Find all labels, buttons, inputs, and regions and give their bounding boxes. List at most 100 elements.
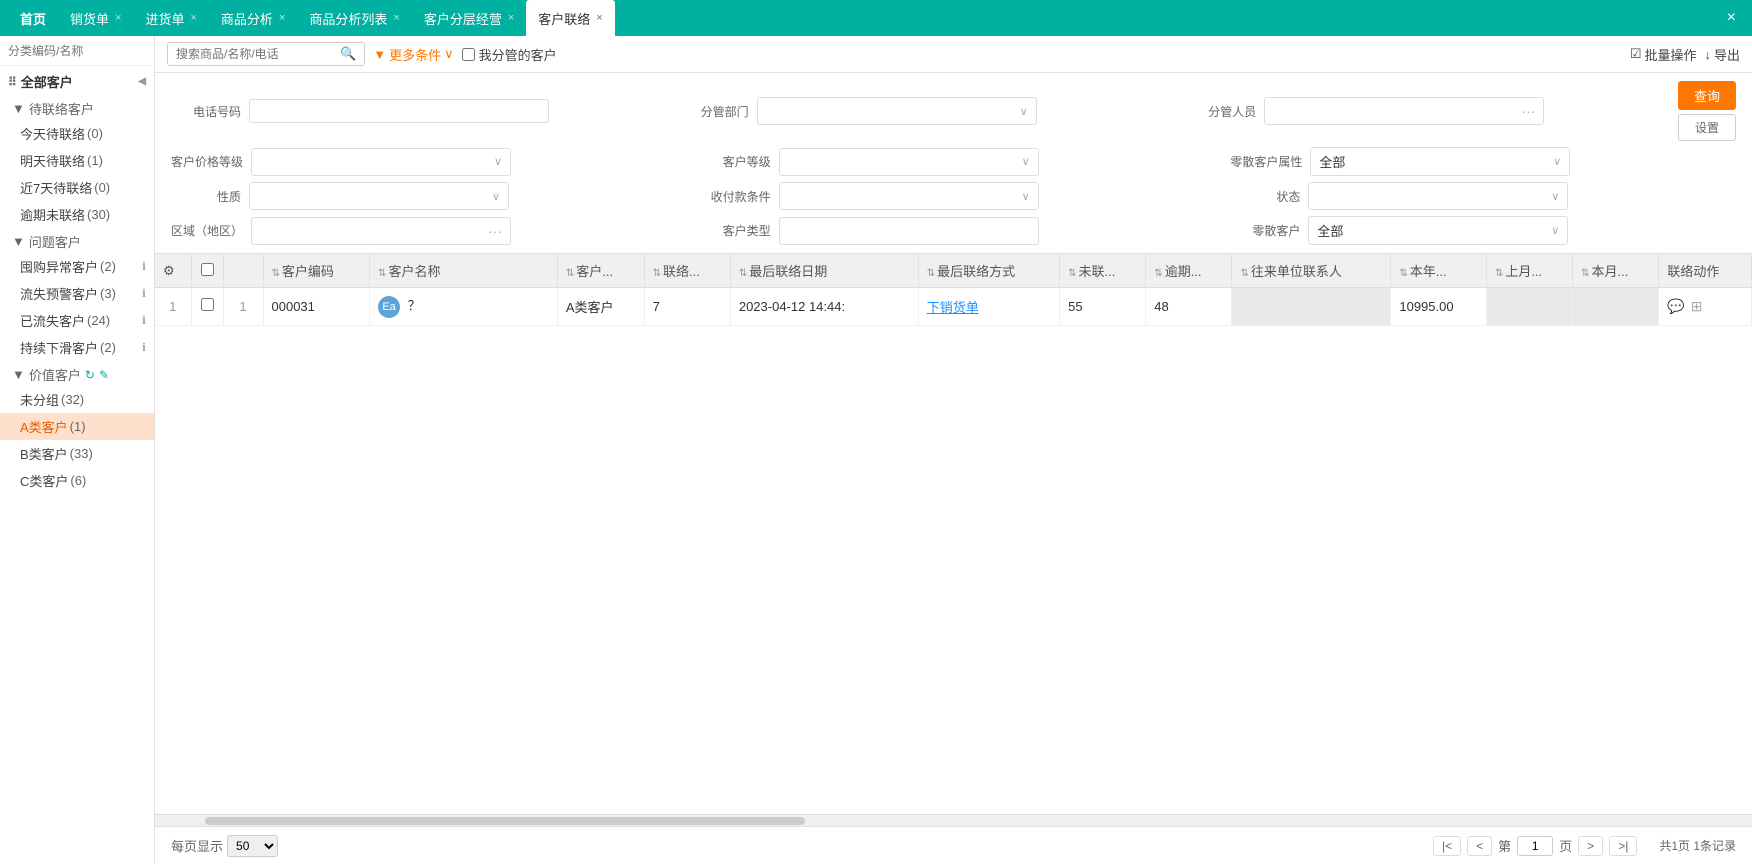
export-button[interactable]: ↓ 导出 — [1704, 45, 1740, 64]
sidebar-item-tomorrow-contact[interactable]: 明天待联络 (1) — [0, 147, 154, 174]
nav-product-analysis-list[interactable]: 商品分析列表 × — [297, 0, 411, 36]
checkbox-column-header[interactable] — [191, 254, 223, 288]
sidebar-item-churned[interactable]: 已流失客户 (24) ℹ — [0, 307, 154, 334]
more-conditions-button[interactable]: ▼ 更多条件 ∨ — [373, 45, 453, 64]
grid-action-icon[interactable]: ⊞ — [1691, 298, 1703, 315]
sidebar-item-a-class[interactable]: A类客户 (1) — [0, 413, 154, 440]
last-page-button[interactable]: >| — [1609, 836, 1637, 856]
unit-contact-column-header[interactable]: ⇅往来单位联系人 — [1232, 254, 1391, 288]
dropdown-arrow-icon: ∨ — [1022, 190, 1030, 203]
sidebar-all-customers-header[interactable]: ⠿ 全部客户 ◀ — [0, 66, 154, 95]
retail-attr-select[interactable]: 全部 ∨ — [1310, 147, 1570, 176]
name-column-header[interactable]: ⇅客户名称 — [370, 254, 558, 288]
info-icon[interactable]: ℹ — [142, 341, 146, 354]
settings-column-header[interactable]: ⚙ — [155, 254, 191, 288]
this-month-column-header[interactable]: ⇅本月... — [1573, 254, 1659, 288]
select-all-checkbox[interactable] — [201, 263, 214, 276]
sidebar-group-value-customers[interactable]: ▼ 价值客户 ↻ ✎ — [0, 361, 154, 386]
edit-value-groups-icon[interactable]: ✎ — [99, 368, 109, 382]
my-customers-checkbox-wrap: 我分管的客户 — [462, 45, 557, 64]
next-page-button[interactable]: > — [1578, 836, 1603, 856]
horizontal-scrollbar[interactable] — [155, 814, 1752, 826]
settings-button[interactable]: 设置 — [1678, 114, 1736, 141]
nav-customer-tier[interactable]: 客户分层经营 × — [412, 0, 526, 36]
filter-pay-condition: 收付款条件 ∨ — [701, 182, 1207, 210]
chat-icon[interactable]: 💬 — [1667, 298, 1684, 315]
row-this-year: 10995.00 — [1391, 288, 1487, 326]
page-number-input[interactable] — [1517, 836, 1553, 856]
close-customer-contact-tab[interactable]: × — [596, 12, 602, 24]
prev-page-button[interactable]: < — [1467, 836, 1492, 856]
overdue-column-header[interactable]: ⇅逾期... — [1146, 254, 1232, 288]
contact-count-column-header[interactable]: ⇅联络... — [644, 254, 730, 288]
customer-level-label: 客户等级 — [701, 153, 771, 170]
nav-sales[interactable]: 销货单 × — [58, 0, 133, 36]
info-icon[interactable]: ℹ — [142, 260, 146, 273]
scrollbar-thumb[interactable] — [205, 817, 805, 825]
query-button[interactable]: 查询 — [1678, 81, 1736, 110]
retail-customer-label: 零散客户 — [1230, 222, 1300, 239]
nature-select[interactable]: ∨ — [249, 182, 509, 210]
customer-type-select[interactable] — [779, 217, 1039, 245]
status-label: 状态 — [1230, 188, 1300, 205]
sidebar-item-churn-warning[interactable]: 流失预警客户 (3) ℹ — [0, 280, 154, 307]
search-input[interactable] — [176, 47, 336, 61]
last-contact-method-column-header[interactable]: ⇅最后联络方式 — [918, 254, 1059, 288]
sidebar-item-hoarding[interactable]: 囤购异常客户 (2) ℹ — [0, 253, 154, 280]
dept-select[interactable]: ∨ — [757, 97, 1037, 125]
status-select[interactable]: ∨ — [1308, 182, 1568, 210]
info-icon[interactable]: ℹ — [142, 287, 146, 300]
sidebar-item-today-contact[interactable]: 今天待联络 (0) — [0, 120, 154, 147]
row-action: 💬 ⊞ — [1659, 288, 1752, 326]
window-close-button[interactable]: × — [1719, 9, 1744, 27]
left-sidebar: 🔍 ⠿ 全部客户 ◀ ▼ 待联络客户 今天待联络 (0) 明天待联络 (1) 近… — [0, 36, 155, 864]
code-column-header[interactable]: ⇅客户编码 — [263, 254, 370, 288]
sidebar-item-c-class[interactable]: C类客户 (6) — [0, 467, 154, 494]
close-product-analysis-tab[interactable]: × — [279, 12, 285, 24]
person-label: 分管人员 — [1186, 103, 1256, 120]
sidebar-item-declining[interactable]: 持续下滑客户 (2) ℹ — [0, 334, 154, 361]
this-year-column-header[interactable]: ⇅本年... — [1391, 254, 1487, 288]
sidebar-item-7day-contact[interactable]: 近7天待联络 (0) — [0, 174, 154, 201]
sidebar-item-ungrouped[interactable]: 未分组 (32) — [0, 386, 154, 413]
sidebar-search-input[interactable] — [8, 44, 155, 58]
page-size-select[interactable]: 20 50 100 200 — [227, 835, 278, 857]
search-icon[interactable]: 🔍 — [340, 46, 356, 62]
close-product-analysis-list-tab[interactable]: × — [393, 12, 399, 24]
sidebar-group-problem-customers[interactable]: ▼ 问题客户 — [0, 228, 154, 253]
phone-input[interactable] — [249, 99, 549, 123]
customer-level-select[interactable]: ∨ — [779, 148, 1039, 176]
nav-home[interactable]: 首页 — [8, 0, 58, 36]
last-contact-date-column-header[interactable]: ⇅最后联络日期 — [730, 254, 918, 288]
price-level-select[interactable]: ∨ — [251, 148, 511, 176]
nav-product-analysis[interactable]: 商品分析 × — [209, 0, 297, 36]
first-page-button[interactable]: |< — [1433, 836, 1461, 856]
action-column-header: 联络动作 — [1659, 254, 1752, 288]
nav-customer-contact[interactable]: 客户联络 × — [526, 0, 614, 36]
sidebar-group-pending-contact[interactable]: ▼ 待联络客户 — [0, 95, 154, 120]
sidebar-item-overdue-contact[interactable]: 逾期未联络 (30) — [0, 201, 154, 228]
no-contact-column-header[interactable]: ⇅未联... — [1060, 254, 1146, 288]
table-header-row: ⚙ ⇅客户编码 ⇅客户名称 ⇅客户... — [155, 254, 1752, 288]
row-checkbox[interactable] — [201, 298, 214, 311]
area-select[interactable]: ··· — [251, 217, 511, 245]
close-purchase-tab[interactable]: × — [190, 12, 196, 24]
close-sales-tab[interactable]: × — [115, 12, 121, 24]
area-label: 区域（地区） — [171, 222, 243, 239]
refresh-icon[interactable]: ↻ — [85, 368, 95, 382]
person-select[interactable]: ··· — [1264, 97, 1544, 125]
batch-operation-button[interactable]: ☑ 批量操作 — [1630, 45, 1697, 64]
my-customers-checkbox[interactable] — [462, 48, 475, 61]
row-last-contact-method[interactable]: 下销货单 — [918, 288, 1059, 326]
last-month-column-header[interactable]: ⇅上月... — [1486, 254, 1572, 288]
arrow-icon: ▼ — [12, 101, 25, 116]
sidebar-item-b-class[interactable]: B类客户 (33) — [0, 440, 154, 467]
info-icon[interactable]: ℹ — [142, 314, 146, 327]
nav-purchase[interactable]: 进货单 × — [133, 0, 208, 36]
pagination: |< < 第 页 > >| 共1页 1条记录 — [1433, 836, 1736, 856]
retail-customer-select[interactable]: 全部 ∨ — [1308, 216, 1568, 245]
customer-type-column-header[interactable]: ⇅客户... — [557, 254, 644, 288]
close-customer-tier-tab[interactable]: × — [508, 12, 514, 24]
pay-condition-select[interactable]: ∨ — [779, 182, 1039, 210]
advanced-filter: 电话号码 分管部门 ∨ 分管人员 ··· 查询 设置 — [155, 73, 1752, 254]
